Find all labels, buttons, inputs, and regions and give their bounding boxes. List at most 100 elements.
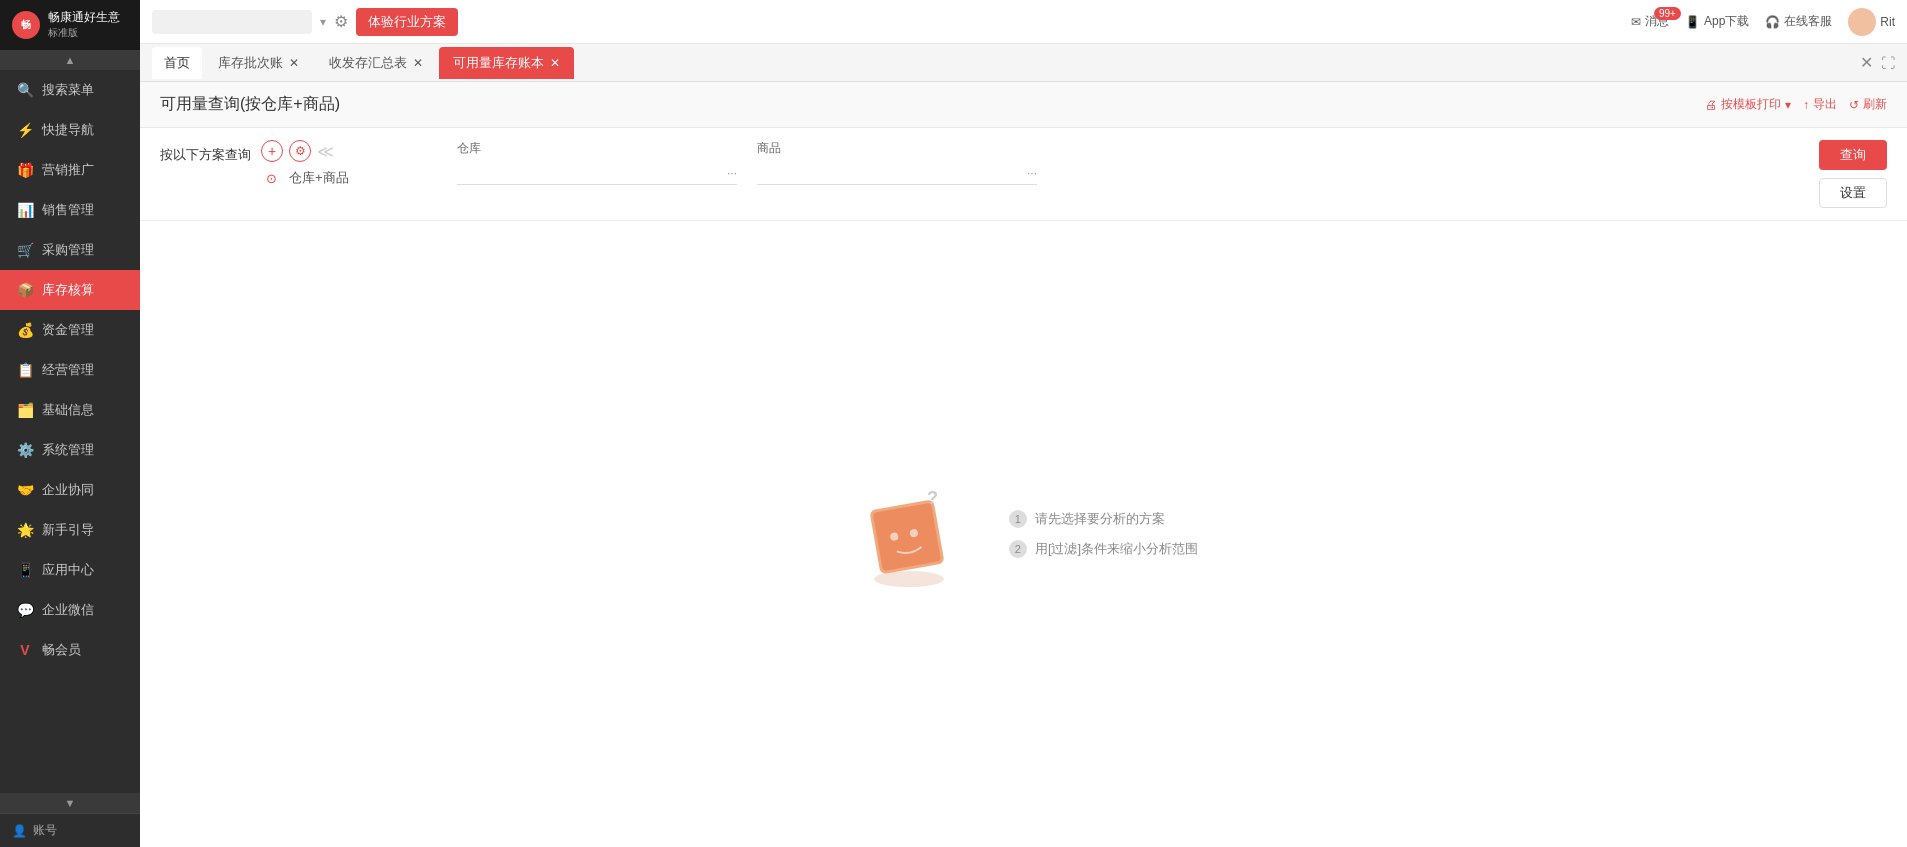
user-name: Rit <box>1880 15 1895 29</box>
sidebar-item-inventory[interactable]: 📦 库存核算 <box>0 270 140 310</box>
search-icon: 🔍 <box>16 81 34 99</box>
sidebar-item-marketing[interactable]: 🎁 营销推广 <box>0 150 140 190</box>
tab-expand-icon[interactable]: ⛶ <box>1881 55 1895 71</box>
hint-text-1: 请先选择要分析的方案 <box>1035 510 1165 528</box>
service-icon: 🎧 <box>1765 15 1780 29</box>
system-icon: ⚙️ <box>16 441 34 459</box>
page-actions: 🖨 按模板打印 ▾ ↑ 导出 ↺ 刷新 <box>1705 96 1887 113</box>
sidebar-item-shortcut[interactable]: ⚡ 快捷导航 <box>0 110 140 150</box>
topbar: ▾ ⚙ 体验行业方案 ✉ 消息 99+ 📱 App下载 🎧 在线客服 Rit <box>140 0 1907 44</box>
goods-filter: 商品 ··· <box>757 140 1037 185</box>
scheme-warehouse-icon: ⊙ <box>261 168 281 188</box>
sidebar-bottom-icon: 👤 <box>12 824 27 838</box>
service-label: 在线客服 <box>1784 13 1832 30</box>
goods-input[interactable] <box>757 165 1023 180</box>
sidebar-item-guide[interactable]: 🌟 新手引导 <box>0 510 140 550</box>
sidebar-item-system[interactable]: ⚙️ 系统管理 <box>0 430 140 470</box>
scheme-collapse-icon[interactable]: ≪ <box>317 142 334 161</box>
sidebar-nav: 🔍 搜索菜单 ⚡ 快捷导航 🎁 营销推广 📊 销售管理 🛒 采购管理 📦 库存核… <box>0 70 140 793</box>
warehouse-more-icon[interactable]: ··· <box>727 166 737 180</box>
wechat-icon: 💬 <box>16 601 34 619</box>
sidebar-item-appstore[interactable]: 📱 应用中心 <box>0 550 140 590</box>
settings-btn[interactable]: 设置 <box>1819 178 1887 208</box>
industry-btn[interactable]: 体验行业方案 <box>356 8 458 36</box>
filter-section: 按以下方案查询 + ⚙ ≪ ⊙ 仓库+商品 <box>160 140 441 188</box>
tab-collect[interactable]: 收发存汇总表 ✕ <box>315 47 437 79</box>
empty-svg: ? <box>849 474 969 594</box>
sidebar-item-search[interactable]: 🔍 搜索菜单 <box>0 70 140 110</box>
warehouse-input[interactable] <box>457 165 723 180</box>
tab-home-label: 首页 <box>164 54 190 72</box>
sidebar-scroll-down[interactable]: ▼ <box>0 793 140 813</box>
tab-home[interactable]: 首页 <box>152 47 202 79</box>
print-chevron-icon[interactable]: ▾ <box>1785 98 1791 112</box>
sales-icon: 📊 <box>16 201 34 219</box>
sidebar-item-wechat[interactable]: 💬 企业微信 <box>0 590 140 630</box>
scheme-add-btn[interactable]: + <box>261 140 283 162</box>
empty-hint-2: 2 用[过滤]条件来缩小分析范围 <box>1009 540 1198 558</box>
print-btn[interactable]: 🖨 按模板打印 ▾ <box>1705 96 1791 113</box>
filter-label: 按以下方案查询 <box>160 146 251 164</box>
sidebar-label-operation: 经营管理 <box>42 361 94 379</box>
app-label: App下载 <box>1704 13 1749 30</box>
tab-available-label: 可用量库存账本 <box>453 54 544 72</box>
sidebar-item-basic[interactable]: 🗂️ 基础信息 <box>0 390 140 430</box>
marketing-icon: 🎁 <box>16 161 34 179</box>
gear-icon[interactable]: ⚙ <box>334 12 348 31</box>
tab-close-all-icon[interactable]: ✕ <box>1860 53 1873 72</box>
message-icon: ✉ <box>1631 15 1641 29</box>
sidebar-header: 畅 畅康通好生意 标准版 <box>0 0 140 50</box>
member-icon: V <box>16 641 34 659</box>
user-menu[interactable]: Rit <box>1848 8 1895 36</box>
export-label: 导出 <box>1813 96 1837 113</box>
sidebar-bottom[interactable]: 👤 账号 <box>0 813 140 847</box>
sidebar-item-sales[interactable]: 📊 销售管理 <box>0 190 140 230</box>
sidebar-label-member: 畅会员 <box>42 641 81 659</box>
sidebar-item-member[interactable]: V 畅会员 <box>0 630 140 670</box>
operation-icon: 📋 <box>16 361 34 379</box>
sidebar-label-finance: 资金管理 <box>42 321 94 339</box>
tab-available-close-icon[interactable]: ✕ <box>550 56 560 70</box>
sidebar-item-purchase[interactable]: 🛒 采购管理 <box>0 230 140 270</box>
app-icon: 📱 <box>1685 15 1700 29</box>
app-download-btn[interactable]: 📱 App下载 <box>1685 13 1749 30</box>
message-badge: 99+ <box>1654 7 1681 20</box>
message-btn[interactable]: ✉ 消息 99+ <box>1631 13 1669 30</box>
sidebar-item-enterprise[interactable]: 🤝 企业协同 <box>0 470 140 510</box>
scheme-settings-btn[interactable]: ⚙ <box>289 140 311 162</box>
sidebar-label-enterprise: 企业协同 <box>42 481 94 499</box>
sidebar-label-appstore: 应用中心 <box>42 561 94 579</box>
hint-num-2: 2 <box>1009 540 1027 558</box>
tab-available[interactable]: 可用量库存账本 ✕ <box>439 47 574 79</box>
tab-collect-close-icon[interactable]: ✕ <box>413 56 423 70</box>
query-buttons: 查询 设置 <box>1819 140 1887 208</box>
avatar <box>1848 8 1876 36</box>
search-input[interactable] <box>152 10 312 34</box>
sidebar-label-wechat: 企业微信 <box>42 601 94 619</box>
sidebar-label-guide: 新手引导 <box>42 521 94 539</box>
tab-batch-close-icon[interactable]: ✕ <box>289 56 299 70</box>
warehouse-label: 仓库 <box>457 140 737 157</box>
enterprise-icon: 🤝 <box>16 481 34 499</box>
export-btn[interactable]: ↑ 导出 <box>1803 96 1837 113</box>
print-icon: 🖨 <box>1705 98 1717 112</box>
dropdown-chevron-icon[interactable]: ▾ <box>320 15 326 29</box>
sidebar-label-search: 搜索菜单 <box>42 81 94 99</box>
print-label: 按模板打印 <box>1721 96 1781 113</box>
sidebar-scroll-up[interactable]: ▲ <box>0 50 140 70</box>
tab-batch[interactable]: 库存批次账 ✕ <box>204 47 313 79</box>
sidebar-brand: 畅康通好生意 标准版 <box>48 10 120 40</box>
query-btn[interactable]: 查询 <box>1819 140 1887 170</box>
service-btn[interactable]: 🎧 在线客服 <box>1765 13 1832 30</box>
inventory-icon: 📦 <box>16 281 34 299</box>
refresh-btn[interactable]: ↺ 刷新 <box>1849 96 1887 113</box>
goods-more-icon[interactable]: ··· <box>1027 166 1037 180</box>
scheme-item-warehouse-goods[interactable]: ⊙ 仓库+商品 <box>261 168 441 188</box>
sidebar-item-operation[interactable]: 📋 经营管理 <box>0 350 140 390</box>
sidebar-label-marketing: 营销推广 <box>42 161 94 179</box>
warehouse-input-wrapper: ··· <box>457 161 737 185</box>
sidebar-label-purchase: 采购管理 <box>42 241 94 259</box>
topbar-right: ✉ 消息 99+ 📱 App下载 🎧 在线客服 Rit <box>1631 8 1895 36</box>
sidebar-item-finance[interactable]: 💰 资金管理 <box>0 310 140 350</box>
goods-input-wrapper: ··· <box>757 161 1037 185</box>
